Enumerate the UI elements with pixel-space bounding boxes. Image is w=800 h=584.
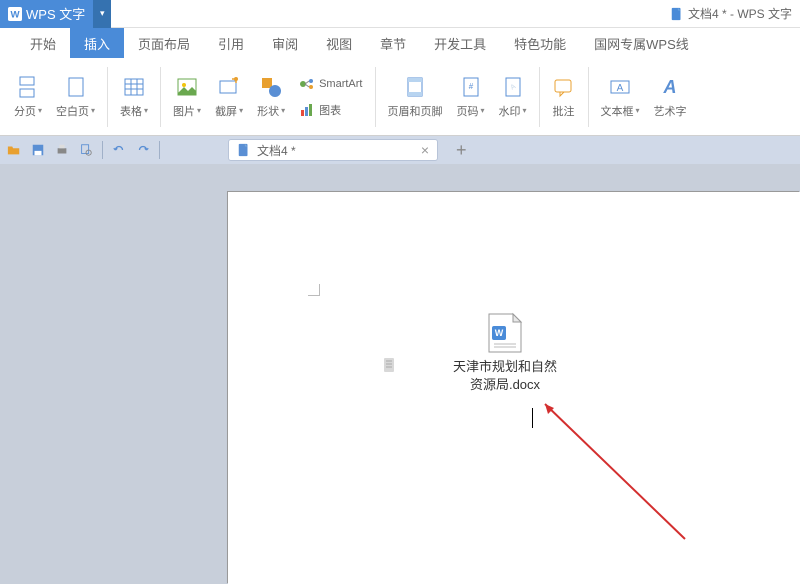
menu-bar: 开始 插入 页面布局 引用 审阅 视图 章节 开发工具 特色功能 国网专属WPS… [0, 28, 800, 58]
window-title-area: 文档4 * - WPS 文字 [670, 5, 792, 22]
embedded-attachment[interactable]: W 天津市规划和自然 资源局.docx [453, 312, 557, 394]
textbox-button[interactable]: A 文本框▾ [595, 75, 646, 119]
header-footer-icon [403, 75, 427, 99]
separator [159, 141, 160, 159]
svg-text:#: # [468, 82, 473, 91]
svg-text:A: A [663, 77, 677, 97]
wordart-button[interactable]: A 艺术字 [648, 75, 693, 119]
smartart-button[interactable]: SmartArt [299, 76, 362, 92]
shapes-button[interactable]: 形状▾ [251, 75, 291, 119]
separator [160, 67, 161, 127]
screenshot-button[interactable]: 截屏▾ [209, 75, 249, 119]
separator [107, 67, 108, 127]
doc-tab-icon [237, 143, 251, 157]
table-button[interactable]: 表格▾ [114, 75, 154, 119]
document-tab[interactable]: 文档4 * × [228, 139, 438, 161]
smartart-chart-group: SmartArt 图表 [293, 76, 368, 118]
wordart-icon: A [658, 75, 682, 99]
title-bar: W WPS 文字 ▾ 文档4 * - WPS 文字 [0, 0, 800, 28]
menu-insert[interactable]: 插入 [70, 28, 124, 58]
window-title: 文档4 * - WPS 文字 [688, 5, 792, 22]
table-icon [122, 75, 146, 99]
doc-tab-name: 文档4 * [257, 142, 296, 159]
app-brand[interactable]: W WPS 文字 [0, 0, 93, 28]
menu-devtools[interactable]: 开发工具 [420, 28, 500, 58]
folder-open-icon [7, 143, 21, 157]
shapes-icon [259, 75, 283, 99]
new-tab-button[interactable]: + [456, 140, 467, 161]
quick-access-toolbar: 文档4 * × + [0, 136, 800, 164]
annotation-arrow [530, 394, 690, 544]
menu-start[interactable]: 开始 [16, 28, 70, 58]
save-button[interactable] [30, 142, 46, 158]
screenshot-icon [217, 75, 241, 99]
menu-section[interactable]: 章节 [366, 28, 420, 58]
comment-button[interactable]: 批注 [546, 75, 582, 119]
print-icon [55, 143, 69, 157]
menu-features[interactable]: 特色功能 [500, 28, 580, 58]
title-left: W WPS 文字 ▾ [0, 0, 111, 27]
page-break-button[interactable]: 分页▾ [8, 75, 48, 119]
blank-page-button[interactable]: 空白页▾ [50, 75, 101, 119]
menu-view[interactable]: 视图 [312, 28, 366, 58]
wps-icon: W [8, 7, 22, 21]
close-tab-button[interactable]: × [421, 142, 429, 158]
redo-button[interactable] [135, 142, 151, 158]
watermark-button[interactable]: A 水印▾ [493, 75, 533, 119]
menu-references[interactable]: 引用 [204, 28, 258, 58]
paragraph-mark-icon [383, 357, 397, 373]
ribbon: 分页▾ 空白页▾ 表格▾ 图片▾ 截屏▾ 形状▾ SmartArt 图表 页眉和… [0, 58, 800, 136]
preview-icon [79, 143, 93, 157]
redo-icon [136, 143, 150, 157]
app-name: WPS 文字 [26, 4, 85, 23]
document-page[interactable]: W 天津市规划和自然 资源局.docx [228, 192, 800, 584]
undo-button[interactable] [111, 142, 127, 158]
undo-icon [112, 143, 126, 157]
page-number-icon: # [459, 75, 483, 99]
print-preview-button[interactable] [78, 142, 94, 158]
smartart-icon [299, 76, 315, 92]
attachment-docx-icon: W [487, 312, 523, 354]
chart-button[interactable]: 图表 [299, 102, 362, 118]
svg-text:W: W [10, 9, 20, 20]
chart-icon [299, 102, 315, 118]
page-break-icon [16, 75, 40, 99]
header-footer-button[interactable]: 页眉和页脚 [382, 75, 449, 119]
menu-guowang[interactable]: 国网专属WPS线 [580, 28, 703, 58]
app-menu-dropdown[interactable]: ▾ [93, 0, 111, 28]
separator [588, 67, 589, 127]
textbox-icon: A [608, 75, 632, 99]
picture-button[interactable]: 图片▾ [167, 75, 207, 119]
comment-icon [552, 75, 576, 99]
margin-mark [308, 284, 320, 296]
page-number-button[interactable]: # 页码▾ [451, 75, 491, 119]
attachment-filename: 天津市规划和自然 资源局.docx [453, 358, 557, 394]
separator [539, 67, 540, 127]
svg-text:A: A [617, 83, 624, 94]
picture-icon [175, 75, 199, 99]
document-icon [670, 7, 684, 21]
save-icon [31, 143, 45, 157]
workspace: W 天津市规划和自然 资源局.docx [0, 164, 800, 584]
menu-review[interactable]: 审阅 [258, 28, 312, 58]
menu-page-layout[interactable]: 页面布局 [124, 28, 204, 58]
separator [375, 67, 376, 127]
separator [102, 141, 103, 159]
svg-text:A: A [509, 83, 517, 92]
print-button[interactable] [54, 142, 70, 158]
svg-text:W: W [495, 328, 504, 338]
blank-page-icon [64, 75, 88, 99]
open-button[interactable] [6, 142, 22, 158]
watermark-icon: A [501, 75, 525, 99]
